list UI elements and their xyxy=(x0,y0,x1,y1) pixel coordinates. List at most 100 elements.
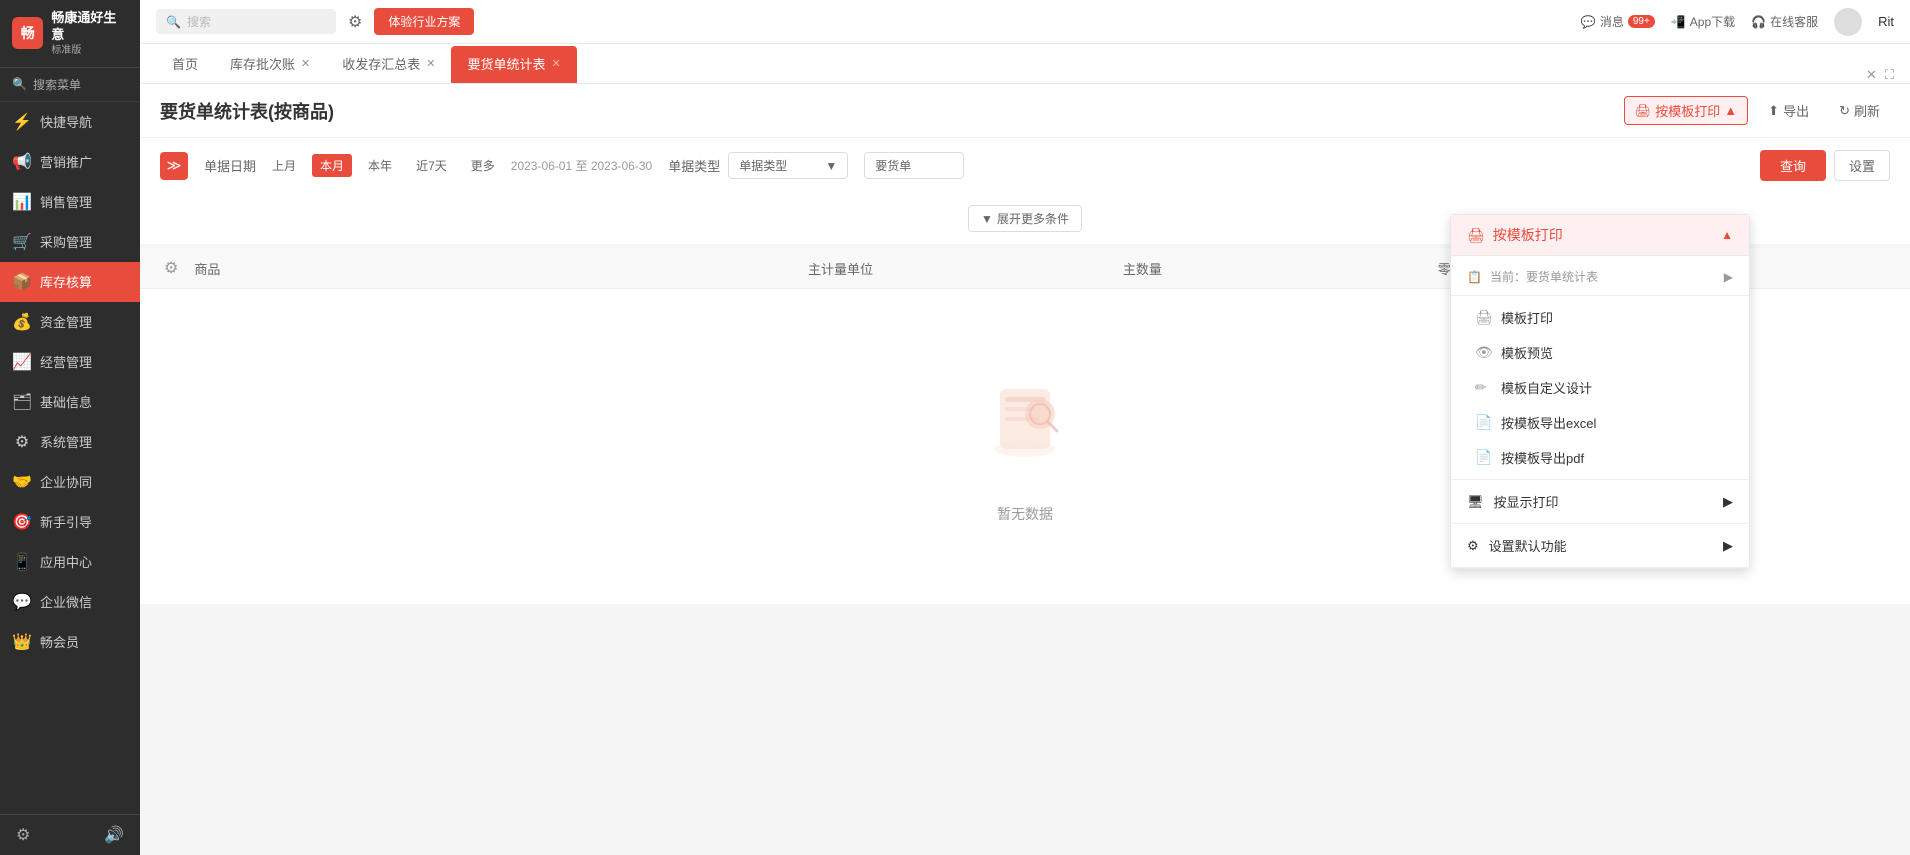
topbar: 🔍 搜索 ⚙ 体验行业方案 💬 消息 99+ 📲 App下载 🎧 在线客服 Ri… xyxy=(140,0,1910,44)
table-settings-icon[interactable]: ⚙ xyxy=(156,248,186,288)
page-actions: 🖨 按模板打印 ▲ ⬆ 导出 ↻ 刷新 xyxy=(1624,96,1890,125)
avatar[interactable] xyxy=(1834,8,1862,36)
sidebar-item-label: 采购管理 xyxy=(40,232,92,251)
message-btn[interactable]: 💬 消息 99+ xyxy=(1581,13,1655,30)
empty-text: 暂无数据 xyxy=(997,504,1053,524)
expand-more-label: 展开更多条件 xyxy=(997,210,1069,227)
sidebar-item-basic[interactable]: 🗂 基础信息 xyxy=(0,382,140,422)
sidebar-item-app-center[interactable]: 📱 应用中心 xyxy=(0,542,140,582)
expand-more-btn[interactable]: ▼ 展开更多条件 xyxy=(968,205,1082,232)
marketing-icon: 📢 xyxy=(12,152,32,172)
tab-order-summary-close[interactable]: ✕ xyxy=(552,57,561,70)
sidebar-item-finance[interactable]: 💰 资金管理 xyxy=(0,302,140,342)
filter-expand-icon[interactable]: ≫ xyxy=(160,152,188,180)
tab-collection-summary-close[interactable]: ✕ xyxy=(426,57,435,70)
tab-order-summary-label: 要货单统计表 xyxy=(467,54,545,73)
date-btn-this-year[interactable]: 本年 xyxy=(360,154,400,177)
industry-btn[interactable]: 体验行业方案 xyxy=(374,8,474,35)
tab-collection-summary[interactable]: 收发存汇总表 ✕ xyxy=(326,46,451,83)
default-func-expand-icon[interactable]: ▶ xyxy=(1723,538,1733,554)
sidebar-item-membership[interactable]: 👑 畅会员 xyxy=(0,622,140,662)
tab-batch-account-close[interactable]: ✕ xyxy=(301,57,310,70)
sidebar-item-wechat[interactable]: 💬 企业微信 xyxy=(0,582,140,622)
sidebar-item-guide[interactable]: 🎯 新手引导 xyxy=(0,502,140,542)
app-name: 畅康通好生意 xyxy=(51,10,128,44)
basic-icon: 🗂 xyxy=(12,392,32,412)
print-template-btn[interactable]: 🖨 按模板打印 ▲ xyxy=(1624,96,1748,125)
message-badge: 99+ xyxy=(1628,15,1655,28)
guide-icon: 🎯 xyxy=(12,512,32,532)
sidebar-item-inventory[interactable]: 📦 库存核算 xyxy=(0,262,140,302)
sidebar-sound-icon[interactable]: 🔊 xyxy=(104,825,124,845)
gear-icon[interactable]: ⚙ xyxy=(348,12,362,32)
tab-expand-btn[interactable]: ⛶ xyxy=(1885,67,1894,83)
print-icon: 🖨 xyxy=(1635,103,1652,119)
date-btn-prev-month[interactable]: 上月 xyxy=(264,154,304,177)
date-btn-this-month[interactable]: 本月 xyxy=(312,154,352,177)
tab-home[interactable]: 首页 xyxy=(156,46,214,83)
sidebar-item-label: 营销推广 xyxy=(40,152,92,171)
app-download-btn[interactable]: 📲 App下载 xyxy=(1671,13,1735,30)
tab-batch-account-label: 库存批次账 xyxy=(230,54,295,73)
dropdown-display-print[interactable]: 🖥 按显示打印 ▶ xyxy=(1451,484,1749,519)
dropdown-item-template-preview[interactable]: 👁 模板预览 xyxy=(1451,335,1749,370)
col-qty-header: 主数量 xyxy=(1115,249,1430,288)
dropdown-item-template-print[interactable]: 🖨 模板打印 xyxy=(1451,300,1749,335)
order-type-select[interactable]: 单据类型 ▼ xyxy=(728,152,848,179)
sidebar-item-marketing[interactable]: 📢 营销推广 xyxy=(0,142,140,182)
filter-right-actions: 查询 设置 xyxy=(1760,150,1890,181)
template-print-icon: 🖨 xyxy=(1475,309,1491,326)
tab-batch-account[interactable]: 库存批次账 ✕ xyxy=(214,46,326,83)
date-btn-more[interactable]: 更多 xyxy=(463,154,503,177)
filter-date-group: 单据日期 上月 本月 本年 近7天 更多 2023-06-01 至 2023-0… xyxy=(204,154,652,177)
sidebar-item-purchase[interactable]: 🛒 采购管理 xyxy=(0,222,140,262)
refresh-icon: ↻ xyxy=(1839,103,1850,119)
dropdown-item-export-pdf[interactable]: 📄 按模板导出pdf xyxy=(1451,440,1749,475)
topbar-search[interactable]: 🔍 搜索 xyxy=(156,9,336,34)
expand-chevron-down-icon: ▼ xyxy=(981,212,993,226)
settings-button[interactable]: 设置 xyxy=(1834,150,1890,181)
dropdown-header[interactable]: 🖨 按模板打印 ▲ xyxy=(1451,215,1749,256)
sidebar-settings-icon[interactable]: ⚙ xyxy=(16,825,30,845)
query-button[interactable]: 查询 xyxy=(1760,150,1826,181)
sidebar-item-label: 经营管理 xyxy=(40,352,92,371)
current-template-expand-icon[interactable]: ▶ xyxy=(1724,270,1733,284)
sidebar-item-label: 企业微信 xyxy=(40,592,92,611)
sidebar-item-sales[interactable]: 📊 销售管理 xyxy=(0,182,140,222)
app-logo-icon: 畅 xyxy=(12,17,43,49)
sidebar-item-label: 畅会员 xyxy=(40,632,79,651)
online-service-btn[interactable]: 🎧 在线客服 xyxy=(1751,13,1818,30)
export-label: 导出 xyxy=(1783,101,1809,120)
display-print-label: 按显示打印 xyxy=(1494,492,1559,511)
sidebar-item-operation[interactable]: 📈 经营管理 xyxy=(0,342,140,382)
sidebar: 畅 畅康通好生意 标准版 🔍 搜索菜单 ⚡ 快捷导航 📢 营销推广 📊 销售管理… xyxy=(0,0,140,855)
export-btn[interactable]: ⬆ 导出 xyxy=(1758,97,1819,124)
sidebar-item-label: 库存核算 xyxy=(40,272,92,291)
sidebar-nav: ⚡ 快捷导航 📢 营销推广 📊 销售管理 🛒 采购管理 📦 库存核算 💰 资金管… xyxy=(0,102,140,814)
sidebar-item-enterprise[interactable]: 🤝 企业协同 xyxy=(0,462,140,502)
content-area: 要货单统计表(按商品) 🖨 按模板打印 ▲ ⬆ 导出 ↻ 刷新 ≫ xyxy=(140,84,1910,855)
dropdown-item-export-excel[interactable]: 📄 按模板导出excel xyxy=(1451,405,1749,440)
date-btn-last-7-days[interactable]: 近7天 xyxy=(408,154,455,177)
refresh-btn[interactable]: ↻ 刷新 xyxy=(1829,97,1890,124)
sidebar-item-system[interactable]: ⚙ 系统管理 xyxy=(0,422,140,462)
sidebar-item-quick-nav[interactable]: ⚡ 快捷导航 xyxy=(0,102,140,142)
sidebar-search[interactable]: 🔍 搜索菜单 xyxy=(0,68,140,102)
dropdown-item-template-design[interactable]: ✏ 模板自定义设计 xyxy=(1451,370,1749,405)
service-icon: 🎧 xyxy=(1751,15,1766,29)
export-excel-label: 按模板导出excel xyxy=(1501,413,1596,432)
order-goods-input[interactable]: 要货单 xyxy=(864,152,964,179)
export-pdf-icon: 📄 xyxy=(1475,449,1491,466)
tab-close-btn[interactable]: ✕ xyxy=(1866,67,1877,83)
display-print-expand-icon[interactable]: ▶ xyxy=(1723,494,1733,510)
purchase-icon: 🛒 xyxy=(12,232,32,252)
dropdown-collapse-icon[interactable]: ▲ xyxy=(1721,228,1733,242)
tab-order-summary[interactable]: 要货单统计表 ✕ xyxy=(451,46,576,83)
display-print-icon: 🖥 xyxy=(1467,494,1484,510)
dropdown-default-func[interactable]: ⚙ 设置默认功能 ▶ xyxy=(1451,528,1749,563)
message-label: 消息 xyxy=(1600,13,1624,30)
print-btn-label: 按模板打印 xyxy=(1655,101,1720,120)
refresh-label: 刷新 xyxy=(1854,101,1880,120)
user-name: Rit xyxy=(1878,14,1894,29)
online-service-label: 在线客服 xyxy=(1770,13,1818,30)
